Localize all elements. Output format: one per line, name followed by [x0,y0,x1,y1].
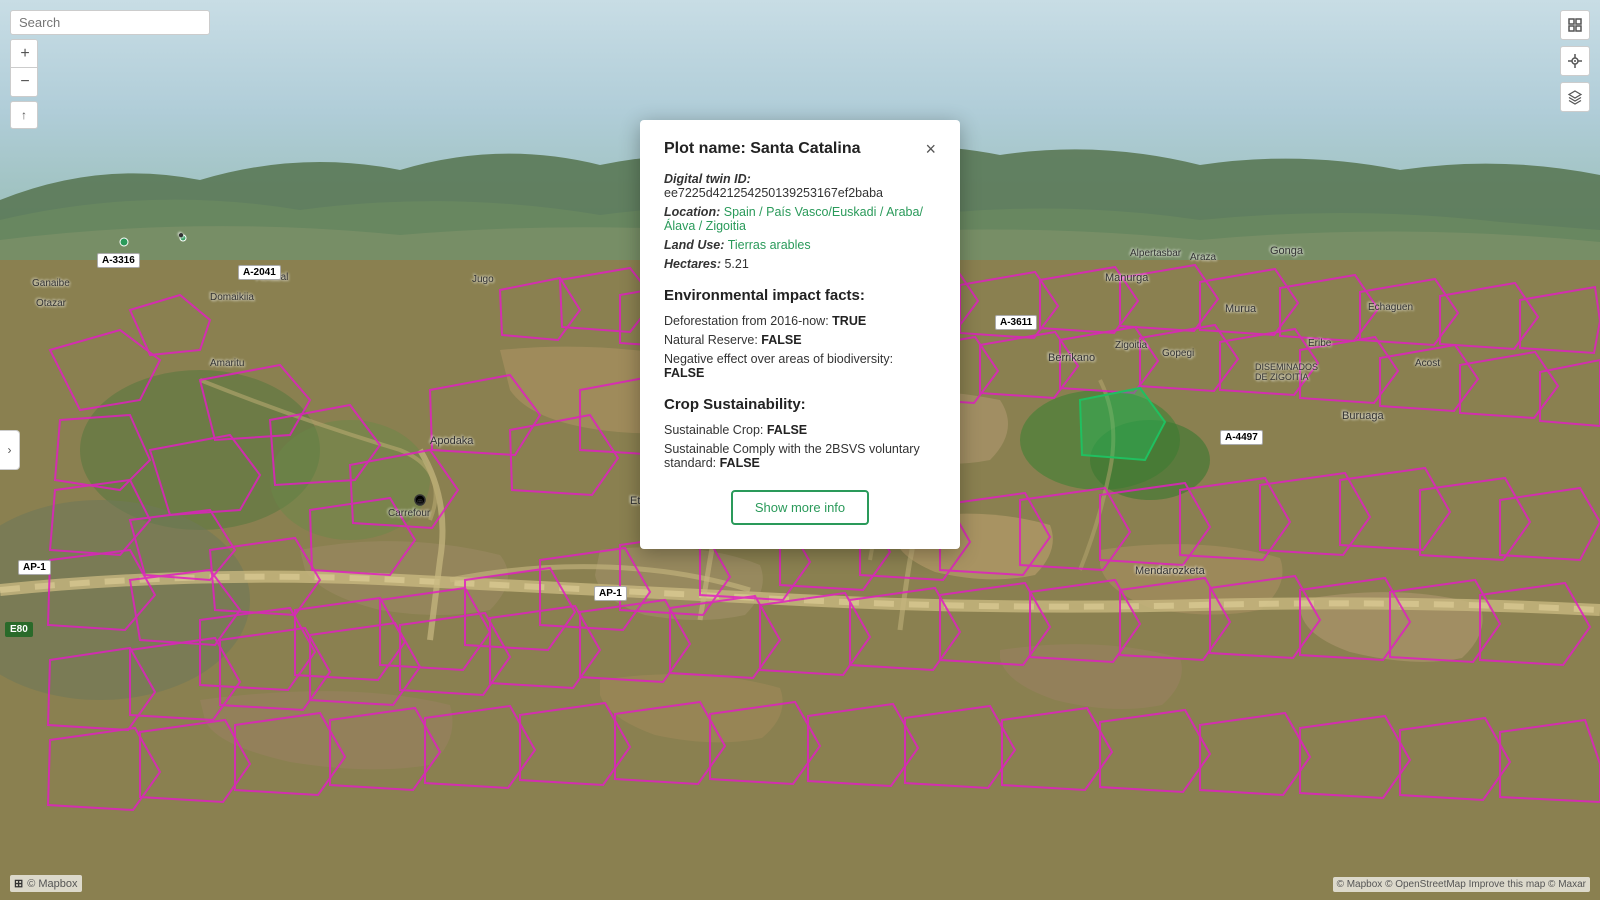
sustainable-crop-field: Sustainable Crop: FALSE [664,423,936,437]
place-label-gonga: Gonga [1270,245,1303,257]
mapbox-attribution-text: © Mapbox [27,878,77,890]
sustainable-comply-value: FALSE [720,456,760,470]
expand-button[interactable] [1560,10,1590,40]
place-label-murua: Murua [1225,303,1256,315]
place-label-acost: Acost [1415,358,1440,369]
crop-section-title: Crop Sustainability: [664,396,936,413]
mapbox-attribution: ⊞ © Mapbox [10,875,82,892]
digital-twin-field: Digital twin ID: ee7225d4212542501392531… [664,172,936,200]
plot-info-popup: Plot name: Santa Catalina × Digital twin… [640,120,960,549]
layers-button[interactable] [1560,82,1590,112]
place-label-manurga: Manurga [1105,272,1148,284]
place-label-jugo: Jugo [472,274,494,285]
land-use-value: Tierras arables [728,238,811,252]
search-box-container [10,10,210,35]
sustainable-crop-label: Sustainable Crop: [664,423,763,437]
sustainable-comply-label: Sustainable Comply with the 2BSVS volunt… [664,442,920,470]
road-label-a2041: A-2041 [238,265,281,280]
place-label-alpertasbar: Alpertasbar [1130,248,1181,259]
road-label-ap1-center: AP-1 [594,586,627,601]
road-label-e80: E80 [5,622,33,637]
place-label-amaritu: Amaritu [210,358,244,369]
compass-button[interactable]: ↑ [10,101,38,129]
natural-reserve-field: Natural Reserve: FALSE [664,333,936,347]
natural-reserve-value: FALSE [761,333,801,347]
hectares-label: Hectares: [664,257,721,271]
road-label-a4497: A-4497 [1220,430,1263,445]
land-use-label: Land Use: [664,238,724,252]
map-attribution-right: © Mapbox © OpenStreetMap Improve this ma… [1333,877,1590,892]
place-label-gopegi: Gopegi [1162,348,1194,359]
road-label-ap1-left: AP-1 [18,560,51,575]
sidebar-toggle[interactable]: › [0,430,20,470]
place-label-araza: Araza [1190,252,1216,263]
road-label-a3316: A-3316 [97,253,140,268]
land-use-field: Land Use: Tierras arables [664,238,936,252]
hectares-field: Hectares: 5.21 [664,257,936,271]
show-more-button[interactable]: Show more info [731,490,869,525]
popup-header: Plot name: Santa Catalina × [664,140,936,158]
deforestation-label: Deforestation from 2016-now: [664,314,829,328]
zoom-out-button[interactable]: − [11,68,38,96]
place-label-echaguen: Echaguen [1368,302,1413,313]
place-label-eribe: Eribe [1308,338,1331,349]
place-label-small1: ● [178,230,184,241]
place-label-ganaibe: Ganaibe [32,278,70,289]
popup-title: Plot name: Santa Catalina [664,140,861,158]
map-controls-right [1560,10,1590,112]
location-button[interactable] [1560,46,1590,76]
map-controls-left: + − ↑ [10,10,210,129]
popup-button-row: Show more info [664,490,936,525]
place-label-buruaga: Buruaga [1342,410,1384,422]
location-label: Location: [664,205,720,219]
place-label-otazar: Otazar [36,298,66,309]
place-label-mendarozketa: Mendarozketa [1135,565,1205,577]
natural-reserve-label: Natural Reserve: [664,333,758,347]
deforestation-value: TRUE [832,314,866,328]
svg-text:⊕: ⊕ [417,497,424,506]
mapbox-logo: ⊞ [14,877,23,890]
biodiversity-value: FALSE [664,366,704,380]
digital-twin-label: Digital twin ID: [664,172,751,186]
deforestation-field: Deforestation from 2016-now: TRUE [664,314,936,328]
hectares-value: 5.21 [724,257,748,271]
env-section-title: Environmental impact facts: [664,287,936,304]
place-label-domaikiia: Domaikiia [210,292,254,303]
place-label-apodaka: Apodaka [430,435,473,447]
digital-twin-value: ee7225d421254250139253167ef2baba [664,186,883,200]
location-field: Location: Spain / País Vasco/Euskadi / A… [664,205,936,233]
zoom-controls: + − [10,39,38,97]
search-input[interactable] [19,15,201,30]
place-label-berrikano: Berrikano [1048,352,1095,364]
sustainable-crop-value: FALSE [767,423,807,437]
road-label-a3611: A-3611 [995,315,1037,330]
zoom-in-button[interactable]: + [11,40,38,68]
sustainable-comply-field: Sustainable Comply with the 2BSVS volunt… [664,442,936,470]
place-label-diseminados: DISEMINADOSDE ZIGOITIA [1255,362,1318,382]
popup-close-button[interactable]: × [925,140,936,158]
place-label-zigoitia: Zigoitia [1115,340,1147,351]
place-label-carrefour: Carrefour [388,508,430,519]
biodiversity-label: Negative effect over areas of biodiversi… [664,352,893,366]
biodiversity-field: Negative effect over areas of biodiversi… [664,352,936,380]
